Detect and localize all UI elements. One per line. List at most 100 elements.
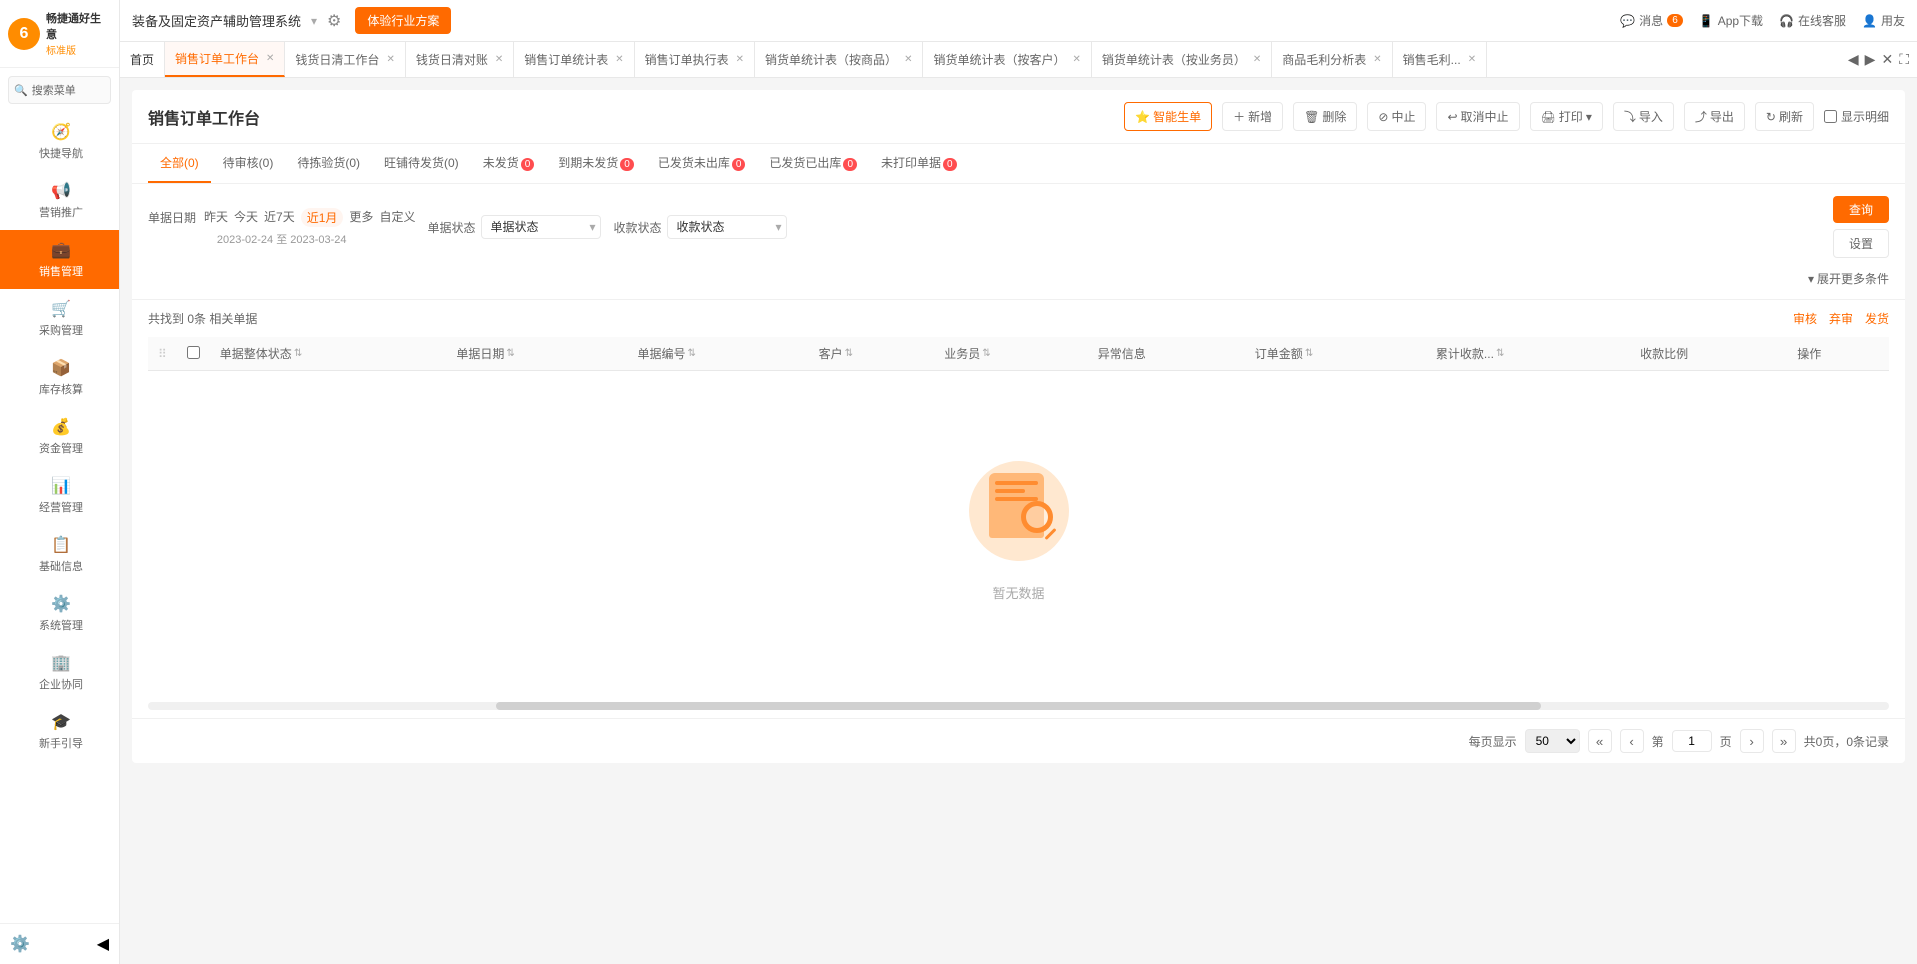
status-select[interactable]: 单据状态 xyxy=(481,215,601,239)
sidebar-item-sales[interactable]: 💼 销售管理 xyxy=(0,230,119,289)
app-download-button[interactable]: 📱 App下载 xyxy=(1699,12,1763,29)
th-status-sort[interactable]: 单据整体状态 ⇅ xyxy=(220,345,437,362)
tab-customer-stat-close[interactable]: ✕ xyxy=(1072,54,1080,65)
sidebar-item-basic[interactable]: 📋 基础信息 xyxy=(0,525,119,584)
sidebar-item-quick-nav-label: 快捷导航 xyxy=(39,145,83,161)
tab-sales-person-stat-close[interactable]: ✕ xyxy=(1253,54,1261,65)
filter-tab-shipped-out[interactable]: 已发货已出库0 xyxy=(757,144,869,183)
deliver-action[interactable]: 发货 xyxy=(1865,310,1889,327)
tab-prev-icon[interactable]: ◀ xyxy=(1848,51,1859,68)
print-button[interactable]: 🖨 打印 ▾ xyxy=(1530,102,1603,131)
tab-sales-exec[interactable]: 销售订单执行表 ✕ xyxy=(635,42,755,77)
date-shortcut-7days[interactable]: 近7天 xyxy=(264,208,295,227)
next-page-button[interactable]: › xyxy=(1740,729,1764,753)
user-button[interactable]: 👤 用友 xyxy=(1862,12,1905,29)
collapse-icon[interactable]: ◀ xyxy=(97,934,109,954)
sidebar-item-guide[interactable]: 🎓 新手引导 xyxy=(0,702,119,761)
tab-next-icon[interactable]: ▶ xyxy=(1865,51,1876,68)
tab-customer-stat[interactable]: 销货单统计表（按客户） ✕ xyxy=(923,42,1091,77)
sidebar-item-operation[interactable]: 📊 经营管理 xyxy=(0,466,119,525)
sidebar-item-quick-nav[interactable]: 🧭 快捷导航 xyxy=(0,112,119,171)
filter-tab-shipped-not-out[interactable]: 已发货未出库0 xyxy=(646,144,758,183)
filter-tab-unshipped[interactable]: 未发货0 xyxy=(471,144,547,183)
th-customer-sort[interactable]: 客户 ⇅ xyxy=(819,345,925,362)
sidebar-item-purchase[interactable]: 🛒 采购管理 xyxy=(0,289,119,348)
filter-tab-pending-check[interactable]: 待拣验货(0) xyxy=(285,144,372,183)
search-menu-button[interactable]: 🔍 搜索菜单 xyxy=(8,76,111,104)
expand-conditions-button[interactable]: ▾ 展开更多条件 xyxy=(1808,270,1889,287)
settings-icon[interactable]: ⚙️ xyxy=(10,934,30,954)
cancel-stop-button[interactable]: ↩ 取消中止 xyxy=(1436,102,1519,131)
th-salesperson-sort[interactable]: 业务员 ⇅ xyxy=(944,345,1077,362)
trial-button[interactable]: 体验行业方案 xyxy=(355,7,451,34)
date-shortcut-yesterday[interactable]: 昨天 xyxy=(204,208,228,227)
date-shortcut-more[interactable]: 更多 xyxy=(349,208,373,227)
tab-maximize-icon[interactable]: ⛶ xyxy=(1899,51,1909,68)
date-shortcut-today[interactable]: 今天 xyxy=(234,208,258,227)
sidebar-item-finance[interactable]: 💰 资金管理 xyxy=(0,407,119,466)
last-page-button[interactable]: » xyxy=(1772,729,1796,753)
scroll-thumb[interactable] xyxy=(496,702,1541,710)
tab-sales-order-close[interactable]: ✕ xyxy=(266,53,274,64)
show-detail-checkbox[interactable] xyxy=(1824,110,1837,123)
date-shortcut-1month[interactable]: 近1月 xyxy=(301,208,344,227)
filter-tab-pending-audit[interactable]: 待审核(0) xyxy=(211,144,286,183)
import-button[interactable]: ⤵ 导入 xyxy=(1613,102,1674,131)
add-button[interactable]: ＋ 新增 xyxy=(1222,102,1283,131)
delete-button[interactable]: 🗑 删除 xyxy=(1293,102,1357,131)
page-number-input[interactable] xyxy=(1672,730,1712,752)
sidebar-item-corp[interactable]: 🏢 企业协同 xyxy=(0,643,119,702)
scroll-area[interactable] xyxy=(132,694,1905,718)
show-detail-checkbox-label[interactable]: 显示明细 xyxy=(1824,108,1889,125)
sidebar-item-inventory[interactable]: 📦 库存核算 xyxy=(0,348,119,407)
print-label: 打印 xyxy=(1559,108,1583,125)
th-amount-sort[interactable]: 订单金额 ⇅ xyxy=(1255,345,1416,362)
set-button[interactable]: 设置 xyxy=(1833,229,1889,258)
topbar-dropdown-icon[interactable]: ▾ xyxy=(311,14,317,28)
export-button[interactable]: ⤴ 导出 xyxy=(1684,102,1745,131)
topbar-gear-icon[interactable]: ⚙ xyxy=(327,11,341,31)
tab-sales-stat-close[interactable]: ✕ xyxy=(615,54,623,65)
tab-sales-profit[interactable]: 销售毛利... ✕ xyxy=(1393,42,1487,77)
th-number-sort[interactable]: 单据编号 ⇅ xyxy=(637,345,798,362)
tab-close-all-icon[interactable]: ✕ xyxy=(1881,51,1893,68)
stop-button[interactable]: ⊘ 中止 xyxy=(1367,102,1426,131)
prev-page-button[interactable]: ‹ xyxy=(1620,729,1644,753)
message-button[interactable]: 💬 消息 6 xyxy=(1620,12,1683,29)
payment-select[interactable]: 收款状态 xyxy=(667,215,787,239)
th-cumulative-sort[interactable]: 累计收款... ⇅ xyxy=(1436,345,1620,362)
online-service-button[interactable]: 🎧 在线客服 xyxy=(1779,12,1846,29)
revoke-action[interactable]: 弃审 xyxy=(1829,310,1853,327)
select-all-checkbox[interactable] xyxy=(187,346,200,359)
filter-tab-wangpu[interactable]: 旺铺待发货(0) xyxy=(372,144,471,183)
date-shortcut-custom[interactable]: 自定义 xyxy=(379,208,415,227)
sidebar-item-marketing[interactable]: 📢 营销推广 xyxy=(0,171,119,230)
smart-create-button[interactable]: ⭐ 智能生单 xyxy=(1124,102,1212,131)
tab-sales-stat[interactable]: 销售订单统计表 ✕ xyxy=(514,42,634,77)
tab-sales-exec-close[interactable]: ✕ xyxy=(736,54,744,65)
tab-sales-profit-close[interactable]: ✕ xyxy=(1468,54,1476,65)
tab-money-clear-close[interactable]: ✕ xyxy=(386,54,394,65)
sidebar-item-system[interactable]: ⚙️ 系统管理 xyxy=(0,584,119,643)
refresh-button[interactable]: ↻ 刷新 xyxy=(1755,102,1814,131)
tab-home[interactable]: 首页 xyxy=(120,42,165,77)
tab-profit-analysis-close[interactable]: ✕ xyxy=(1373,54,1381,65)
tab-sales-order[interactable]: 销售订单工作台 ✕ xyxy=(165,42,285,77)
tab-reconcile[interactable]: 钱货日清对账 ✕ xyxy=(406,42,514,77)
filter-tab-unprinted[interactable]: 未打印单据0 xyxy=(869,144,969,183)
audit-action[interactable]: 审核 xyxy=(1793,310,1817,327)
tab-money-clear[interactable]: 钱货日清工作台 ✕ xyxy=(285,42,405,77)
empty-state: 暂无数据 xyxy=(148,371,1889,682)
tab-reconcile-close[interactable]: ✕ xyxy=(495,54,503,65)
first-page-button[interactable]: « xyxy=(1588,729,1612,753)
page-size-select[interactable]: 10 20 50 100 xyxy=(1525,729,1580,753)
query-button[interactable]: 查询 xyxy=(1833,196,1889,223)
tab-goods-stat-close[interactable]: ✕ xyxy=(904,54,912,65)
tab-profit-analysis[interactable]: 商品毛利分析表 ✕ xyxy=(1272,42,1392,77)
filter-tab-all[interactable]: 全部(0) xyxy=(148,144,211,183)
delete-label: 删除 xyxy=(1322,108,1346,125)
tab-goods-stat[interactable]: 销货单统计表（按商品） ✕ xyxy=(755,42,923,77)
tab-sales-person-stat[interactable]: 销货单统计表（按业务员） ✕ xyxy=(1092,42,1272,77)
th-date-sort[interactable]: 单据日期 ⇅ xyxy=(456,345,617,362)
filter-tab-expired[interactable]: 到期未发货0 xyxy=(546,144,646,183)
